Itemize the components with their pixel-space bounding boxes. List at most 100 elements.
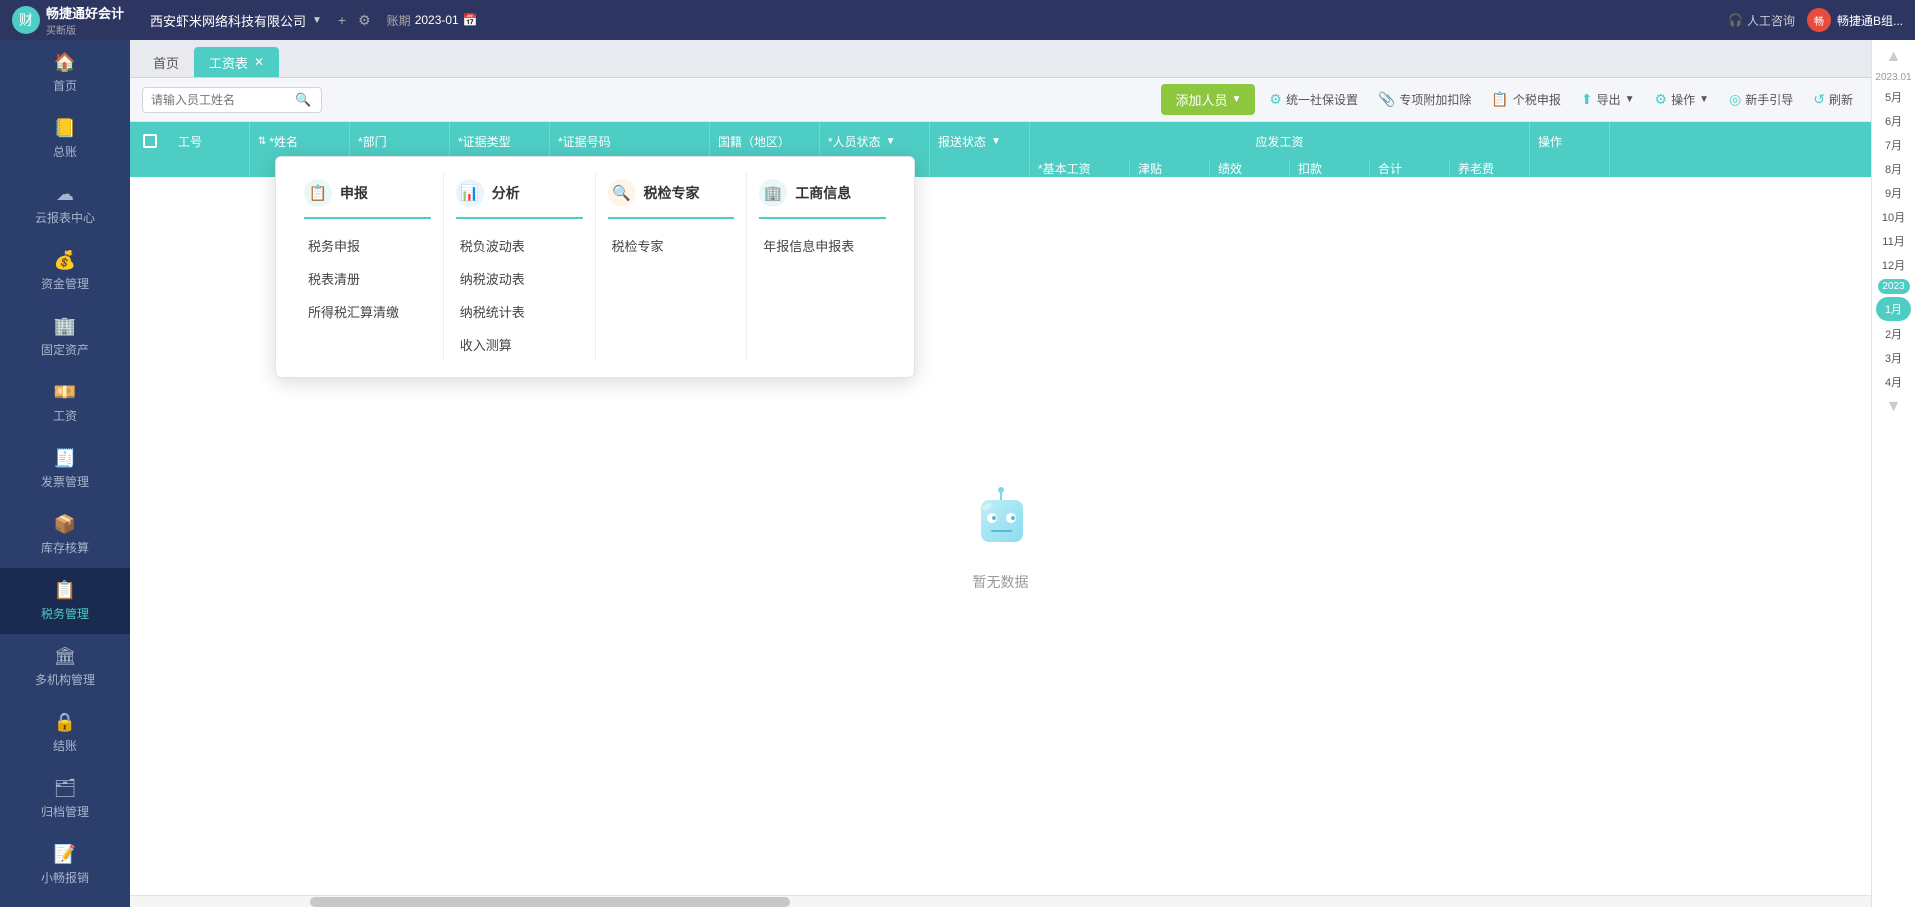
timeline-month-11[interactable]: 11月 xyxy=(1872,229,1915,253)
menu-item-tax-declare[interactable]: 税务申报 xyxy=(304,229,431,262)
timeline-down-icon[interactable]: ▼ xyxy=(1882,394,1906,420)
tab-payroll-table[interactable]: 工资表 ✕ xyxy=(194,47,279,77)
refresh-icon: ↺ xyxy=(1813,91,1825,108)
timeline-month-10[interactable]: 10月 xyxy=(1872,205,1915,229)
tab-close-icon[interactable]: ✕ xyxy=(254,55,264,69)
menu-item-income-calc[interactable]: 收入测算 xyxy=(456,328,583,361)
settings-icon[interactable]: ⚙ xyxy=(358,12,371,29)
filter-icon-status[interactable]: ▼ xyxy=(886,136,896,147)
sidebar-item-promo[interactable]: 📝 小畅报销 xyxy=(0,832,130,898)
add-company-icon[interactable]: + xyxy=(338,12,346,28)
scrollbar-thumb[interactable] xyxy=(310,897,790,907)
archive-icon: 🗂 xyxy=(54,778,77,799)
special-deduction-button[interactable]: 📎 专项附加扣除 xyxy=(1372,87,1477,112)
timeline-month-9[interactable]: 9月 xyxy=(1872,181,1915,205)
sidebar-item-payroll[interactable]: 💴 工资 xyxy=(0,370,130,436)
social-insurance-icon: ⚙ xyxy=(1269,91,1282,108)
sidebar-item-capital[interactable]: 💰 资金管理 xyxy=(0,238,130,304)
export-button[interactable]: ⬆ 导出 ▼ xyxy=(1575,87,1641,112)
timeline-month-4[interactable]: 4月 xyxy=(1872,370,1915,394)
th-sub-id xyxy=(170,160,250,177)
th-id: 工号 xyxy=(170,122,250,160)
menu-item-annual-report[interactable]: 年报信息申报表 xyxy=(759,229,886,262)
select-all-checkbox[interactable] xyxy=(143,134,157,148)
sidebar-item-multi-org[interactable]: 🏛 多机构管理 xyxy=(0,634,130,700)
search-box[interactable]: 🔍 xyxy=(142,87,322,113)
timeline-month-5[interactable]: 5月 xyxy=(1872,85,1915,109)
timeline-month-1[interactable]: 1月 xyxy=(1876,297,1911,321)
header-icons: + ⚙ xyxy=(338,12,371,29)
tab-home[interactable]: 首页 xyxy=(138,47,194,77)
menu-item-taxpay-stat[interactable]: 纳税统计表 xyxy=(456,295,583,328)
operations-button[interactable]: ⚙ 操作 ▼ xyxy=(1649,87,1715,112)
timeline-month-7[interactable]: 7月 xyxy=(1872,133,1915,157)
export-icon: ⬆ xyxy=(1581,91,1593,108)
tax-icon: 📋 xyxy=(54,580,76,601)
taxexpert-section-icon: 🔍 xyxy=(608,179,636,207)
tax-decl-icon: 📋 xyxy=(1491,91,1508,108)
invoice-icon: 🧾 xyxy=(54,448,76,469)
sidebar-item-inventory[interactable]: 📦 库存核算 xyxy=(0,502,130,568)
timeline-month-8[interactable]: 8月 xyxy=(1872,157,1915,181)
content-area: 首页 工资表 ✕ 🔍 添加人员 ▼ ⚙ 统一社保设置 xyxy=(130,40,1871,907)
close-period-icon: 🔒 xyxy=(54,712,76,733)
add-person-arrow-icon: ▼ xyxy=(1231,94,1241,105)
sort-icon-name[interactable]: ⇅ xyxy=(258,136,266,147)
th-jintie: 津贴 xyxy=(1130,160,1210,177)
timeline-up-icon[interactable]: ▲ xyxy=(1882,44,1906,70)
sidebar-item-settings[interactable]: ⚙ 基础设置 xyxy=(0,898,130,907)
user-info[interactable]: 畅 畅捷通B组... xyxy=(1807,8,1903,32)
section-header-shenbao: 📋 申报 xyxy=(304,173,431,219)
th-sub-sendstatus xyxy=(930,160,1030,177)
export-arrow-icon: ▼ xyxy=(1625,94,1635,105)
tax-dropdown-menu: 📋 申报 税务申报 税表清册 所得税汇算清缴 📊 分析 xyxy=(275,156,915,378)
dropdown-section-taxexpert: 🔍 税检专家 税检专家 xyxy=(596,173,748,361)
sidebar-label: 首页 xyxy=(53,77,77,94)
th-nationality: 国籍（地区） xyxy=(710,122,820,160)
timeline-month-3[interactable]: 3月 xyxy=(1872,346,1915,370)
timeline-month-2[interactable]: 2月 xyxy=(1872,322,1915,346)
menu-item-taxexpert[interactable]: 税检专家 xyxy=(608,229,735,262)
logo-icon: 财 xyxy=(12,6,40,34)
sidebar-item-close[interactable]: 🔒 结账 xyxy=(0,700,130,766)
customer-service[interactable]: 🎧 人工咨询 xyxy=(1728,12,1795,29)
sidebar-item-archive[interactable]: 🗂 归档管理 xyxy=(0,766,130,832)
tax-declaration-button[interactable]: 📋 个税申报 xyxy=(1485,87,1566,112)
dropdown-section-analysis: 📊 分析 税负波动表 纳税波动表 纳税统计表 收入测算 xyxy=(444,173,596,361)
social-insurance-button[interactable]: ⚙ 统一社保设置 xyxy=(1263,87,1364,112)
calendar-icon[interactable]: 📅 xyxy=(463,13,478,27)
app-title: 畅捷通好会计 xyxy=(46,3,124,22)
sidebar-item-fixed-assets[interactable]: 🏢 固定资产 xyxy=(0,304,130,370)
sidebar-item-ledger[interactable]: 📒 总账 xyxy=(0,106,130,172)
payroll-icon: 💴 xyxy=(54,382,76,403)
empty-illustration xyxy=(961,480,1041,560)
th-base: *基本工资 xyxy=(1030,160,1130,177)
sidebar-item-invoice[interactable]: 🧾 发票管理 xyxy=(0,436,130,502)
capital-icon: 💰 xyxy=(54,250,76,271)
menu-item-tax-form[interactable]: 税表清册 xyxy=(304,262,431,295)
search-input[interactable] xyxy=(151,93,291,107)
menu-item-taxpay-wave[interactable]: 纳税波动表 xyxy=(456,262,583,295)
ops-arrow-icon: ▼ xyxy=(1699,94,1709,105)
main-layout: 🏠 首页 📒 总账 ☁ 云报表中心 💰 资金管理 🏢 固定资产 💴 工资 🧾 发… xyxy=(0,40,1915,907)
menu-item-taxburden[interactable]: 税负波动表 xyxy=(456,229,583,262)
company-name: 西安虾米网络科技有限公司 xyxy=(150,11,306,30)
sidebar-item-cloud-report[interactable]: ☁ 云报表中心 xyxy=(0,172,130,238)
refresh-button[interactable]: ↺ 刷新 xyxy=(1807,87,1859,112)
add-person-button[interactable]: 添加人员 ▼ xyxy=(1161,84,1255,115)
scrollbar-container[interactable] xyxy=(130,895,1871,907)
th-kouchu: 扣款 xyxy=(1290,160,1370,177)
headset-icon: 🎧 xyxy=(1728,13,1743,27)
new-guide-button[interactable]: ◎ 新手引导 xyxy=(1723,87,1799,112)
company-dropdown-icon[interactable]: ▼ xyxy=(312,15,322,26)
timeline-month-12[interactable]: 12月 xyxy=(1872,253,1915,277)
sidebar-item-tax[interactable]: 📋 税务管理 xyxy=(0,568,130,634)
th-yanglao: 养老费 xyxy=(1450,160,1530,177)
company-selector[interactable]: 西安虾米网络科技有限公司 ▼ xyxy=(150,11,322,30)
shenbao-section-icon: 📋 xyxy=(304,179,332,207)
menu-item-income-tax[interactable]: 所得税汇算清缴 xyxy=(304,295,431,328)
filter-icon-sendstatus[interactable]: ▼ xyxy=(991,136,1001,147)
timeline-month-6[interactable]: 6月 xyxy=(1872,109,1915,133)
sidebar-item-home[interactable]: 🏠 首页 xyxy=(0,40,130,106)
th-dept: *部门 xyxy=(350,122,450,160)
